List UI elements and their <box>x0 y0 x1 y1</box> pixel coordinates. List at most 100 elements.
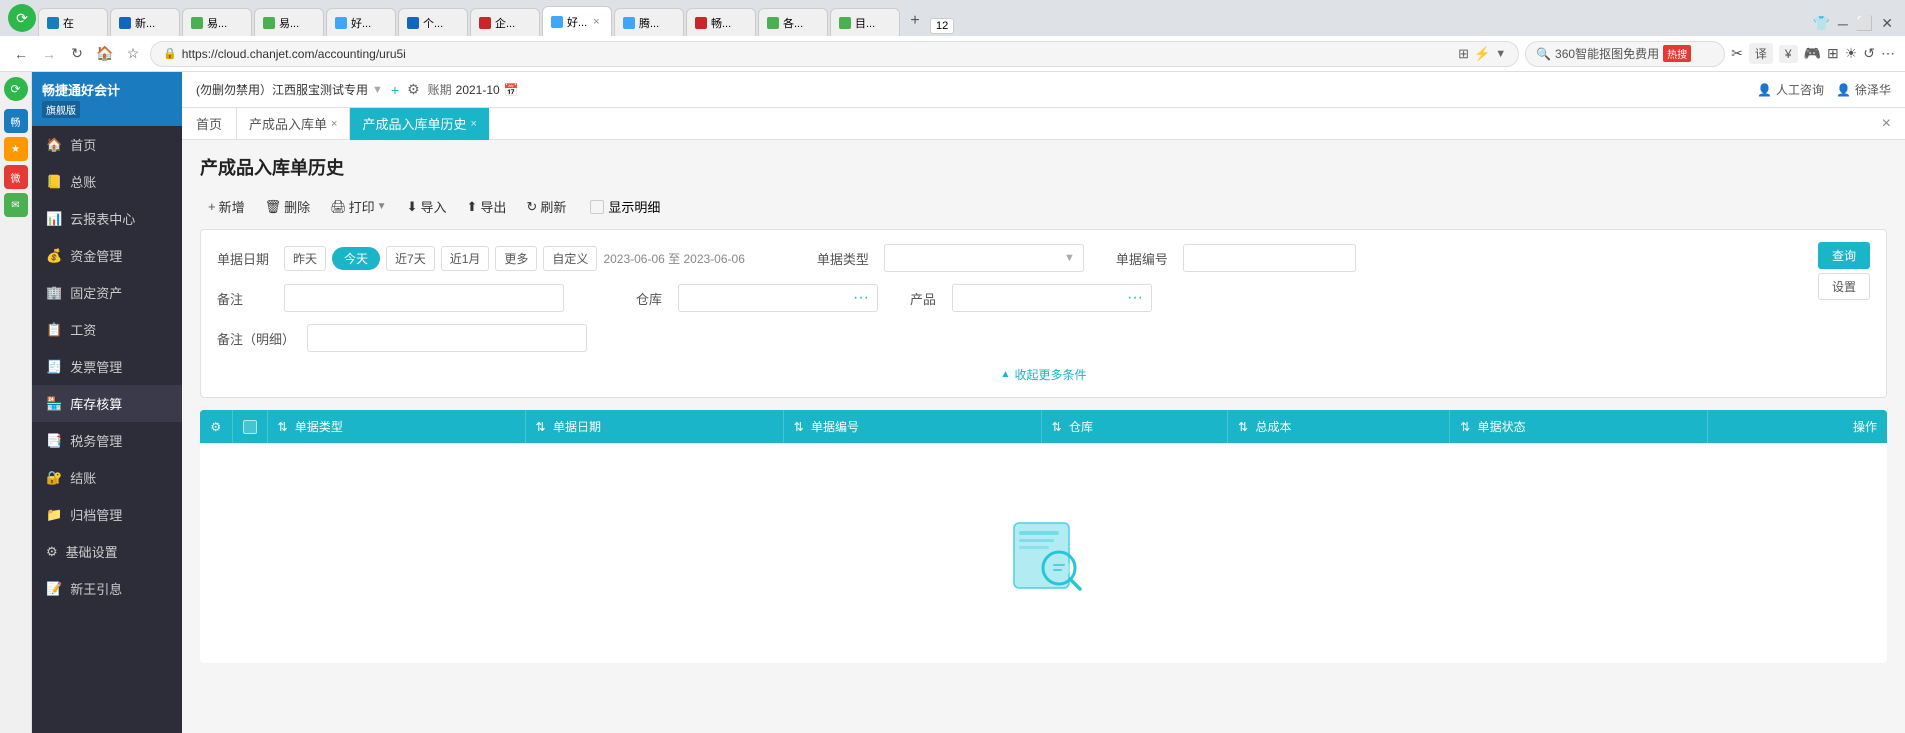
page-tab-history-close[interactable]: × <box>470 118 476 130</box>
refresh-button[interactable]: ↻ 刷新 <box>518 194 574 219</box>
dropdown-arrow-icon[interactable]: ▼ <box>1495 48 1506 60</box>
tab-6[interactable]: 个... <box>398 8 468 36</box>
sidebar-item-wages[interactable]: 📋 工资 <box>32 311 182 348</box>
lightning-icon[interactable]: ⚡ <box>1474 46 1490 62</box>
tab-11[interactable]: 各... <box>758 8 828 36</box>
th-status[interactable]: ⇅ 单据状态 <box>1450 410 1708 443</box>
right-panel-close[interactable]: × <box>1868 115 1905 133</box>
tab-8-active[interactable]: 好... × <box>542 6 612 36</box>
th-date[interactable]: ⇅ 单据日期 <box>525 410 783 443</box>
sidebar-app-icon-main[interactable]: ⟳ <box>4 77 28 101</box>
grid-icon[interactable]: ⊞ <box>1458 46 1469 62</box>
minimize-button[interactable]: ─ <box>1838 16 1848 32</box>
page-tab-list-close[interactable]: × <box>331 118 337 130</box>
sidebar-item-settings[interactable]: ⚙ 基础设置 <box>32 533 182 570</box>
tab-5[interactable]: 好... <box>326 8 396 36</box>
page-tab-history[interactable]: 产成品入库单历史 × <box>350 108 488 140</box>
th-warehouse[interactable]: ⇅ 仓库 <box>1041 410 1227 443</box>
today-btn[interactable]: 今天 <box>332 247 380 270</box>
sidebar-item-tax[interactable]: 📑 税务管理 <box>32 422 182 459</box>
week-btn[interactable]: 近7天 <box>386 246 435 271</box>
shirt-icon[interactable]: 👕 <box>1812 15 1829 32</box>
topbar-settings-icon[interactable]: ⚙ <box>407 81 420 98</box>
add-button[interactable]: + 新增 <box>200 194 253 219</box>
yesterday-btn[interactable]: 昨天 <box>284 246 326 271</box>
search-bar[interactable]: 🔍 360智能抠图免费用 热搜 <box>1525 41 1725 67</box>
note-filter-input[interactable] <box>284 284 564 312</box>
th-number[interactable]: ⇅ 单据编号 <box>783 410 1041 443</box>
maximize-button[interactable]: ⬜ <box>1856 15 1873 32</box>
export-button[interactable]: ⬆ 导出 <box>459 194 515 219</box>
tab-2[interactable]: 新... <box>110 8 180 36</box>
service-button[interactable]: 👤 人工咨询 <box>1757 81 1824 98</box>
sidebar-item-invoice-label: 发票管理 <box>70 357 122 376</box>
tab-1[interactable]: 在 <box>38 8 108 36</box>
user-info[interactable]: 👤 徐泽华 <box>1836 81 1891 98</box>
sidebar-item-general[interactable]: 📒 总账 <box>32 163 182 200</box>
forward-button[interactable]: → <box>38 43 60 65</box>
query-button[interactable]: 查询 <box>1818 242 1870 269</box>
page-tab-home[interactable]: 首页 <box>182 108 237 140</box>
sidebar-item-newbill[interactable]: 📝 新王引息 <box>32 570 182 607</box>
tab-count-badge[interactable]: 12 <box>930 18 954 34</box>
tab-12[interactable]: 目... <box>830 8 900 36</box>
sidebar-app-icon-green[interactable]: ✉ <box>4 193 28 217</box>
tab-7[interactable]: 企... <box>470 8 540 36</box>
home-button[interactable]: 🏠 <box>94 43 116 65</box>
translate-icon[interactable]: 译 <box>1749 43 1773 64</box>
th-settings[interactable]: ⚙ <box>200 410 232 443</box>
sidebar-app-icon-red[interactable]: 微 <box>4 165 28 189</box>
scissors-icon[interactable]: ✂ <box>1731 45 1743 62</box>
currency-icon[interactable]: ¥ <box>1779 45 1798 63</box>
sidebar-item-home[interactable]: 🏠 首页 <box>32 126 182 163</box>
th-checkbox[interactable] <box>232 410 267 443</box>
collapse-bar[interactable]: ▲ 收起更多条件 <box>217 358 1870 383</box>
month-btn[interactable]: 近1月 <box>441 246 490 271</box>
sidebar-item-close[interactable]: 🔐 结账 <box>32 459 182 496</box>
type-filter-select[interactable]: ▼ <box>884 244 1084 272</box>
add-org-button[interactable]: + <box>391 82 399 98</box>
browser-app-icon[interactable]: ⟳ <box>8 4 36 32</box>
close-button[interactable]: ✕ <box>1881 15 1893 32</box>
sidebar-item-capital[interactable]: 💰 资金管理 <box>32 237 182 274</box>
show-detail-checkbox[interactable]: 显示明细 <box>582 194 668 219</box>
tab-4[interactable]: 易... <box>254 8 324 36</box>
more-icon[interactable]: ⋯ <box>1881 45 1895 62</box>
calendar-icon[interactable]: 📅 <box>504 83 519 97</box>
back-button[interactable]: ← <box>10 43 32 65</box>
new-tab-button[interactable]: + <box>902 8 928 34</box>
org-selector[interactable]: (勿删勿禁用）江西服宝测试专用 ▼ <box>196 81 383 98</box>
tab-10[interactable]: 畅... <box>686 8 756 36</box>
game-icon[interactable]: 🎮 <box>1804 45 1821 62</box>
note-detail-input[interactable] <box>307 324 587 352</box>
theme-icon[interactable]: ☀ <box>1845 45 1858 62</box>
sidebar-item-invoice[interactable]: 🧾 发票管理 <box>32 348 182 385</box>
delete-button[interactable]: 🗑 删除 <box>257 194 319 219</box>
sidebar-item-archive[interactable]: 📁 归档管理 <box>32 496 182 533</box>
bookmark-button[interactable]: ☆ <box>122 43 144 65</box>
product-filter-select[interactable]: ··· <box>952 284 1152 312</box>
history-back-icon[interactable]: ↺ <box>1863 45 1875 62</box>
more-btn[interactable]: 更多 <box>495 246 537 271</box>
sidebar-item-reports[interactable]: 📊 云报表中心 <box>32 200 182 237</box>
th-cost[interactable]: ⇅ 总成本 <box>1228 410 1450 443</box>
th-type[interactable]: ⇅ 单据类型 <box>267 410 525 443</box>
sidebar-app-icon-blue[interactable]: 畅 <box>4 109 28 133</box>
tab-3[interactable]: 易... <box>182 8 252 36</box>
sidebar-item-fixed[interactable]: 🏢 固定资产 <box>32 274 182 311</box>
print-button[interactable]: 🖨 打印 ▼ <box>322 194 394 219</box>
number-filter-input[interactable] <box>1183 244 1356 272</box>
settings-filter-button[interactable]: 设置 <box>1818 273 1870 300</box>
tab-8-close[interactable]: × <box>593 16 599 28</box>
custom-btn[interactable]: 自定义 <box>543 246 597 271</box>
sidebar-app-icon-orange[interactable]: ★ <box>4 137 28 161</box>
tab-9[interactable]: 腾... <box>614 8 684 36</box>
import-button[interactable]: ⬇ 导入 <box>399 194 455 219</box>
url-bar[interactable]: 🔒 https://cloud.chanjet.com/accounting/u… <box>150 41 1519 67</box>
reload-button[interactable]: ↻ <box>66 43 88 65</box>
th-checkbox-box[interactable] <box>243 420 257 434</box>
apps-icon[interactable]: ⊞ <box>1827 45 1839 62</box>
warehouse-filter-select[interactable]: ··· <box>678 284 878 312</box>
sidebar-item-inventory[interactable]: 🏪 库存核算 <box>32 385 182 422</box>
page-tab-list[interactable]: 产成品入库单 × <box>237 108 350 140</box>
